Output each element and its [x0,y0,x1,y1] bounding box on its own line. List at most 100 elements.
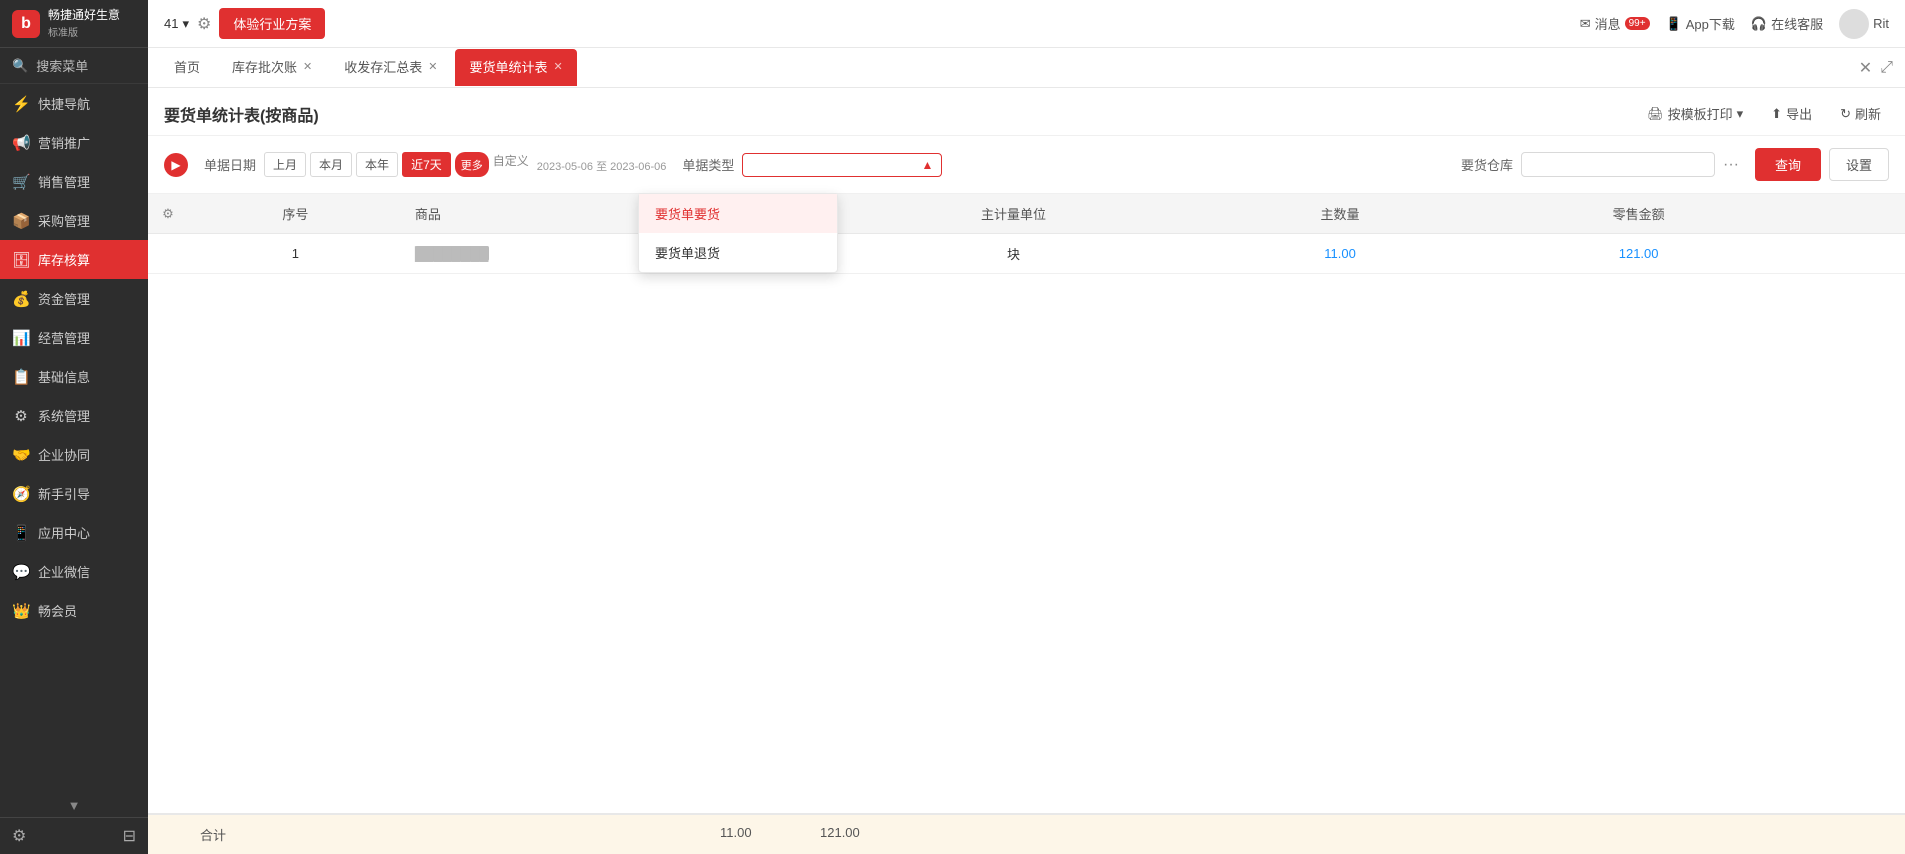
tab-maximize-icon[interactable]: ⤢ [1880,59,1893,77]
more-dates-btn[interactable]: 更多 [455,152,489,177]
sidebar-item-app[interactable]: 📱 应用中心 [0,513,148,552]
filter-expand-btn[interactable]: ▶ [164,153,188,177]
page-title: 要货单统计表(按商品) [164,102,319,126]
logo-text: 畅捷通好生意 标准版 [48,8,120,39]
message-btn[interactable]: ✉ 消息 99+ [1580,14,1650,33]
inventory-icon: 🗄 [12,251,30,269]
footer-label: 合计 [160,825,340,844]
sidebar-item-sales[interactable]: 🛒 销售管理 [0,162,148,201]
this-month-btn[interactable]: 本月 [310,152,352,177]
search-icon: 🔍 [12,58,28,74]
wechat-icon: 💬 [12,563,30,581]
col-settings[interactable]: ⚙ [148,194,188,234]
refresh-btn[interactable]: ↻ 刷新 [1832,100,1889,127]
cell-quantity: 11.00 [1205,234,1476,274]
app-download-btn[interactable]: 📱 App下载 [1666,14,1735,33]
sidebar-item-operations[interactable]: 📊 经营管理 [0,318,148,357]
refresh-icon: ↻ [1840,106,1851,122]
tab-close-active-icon[interactable]: ✕ [554,60,563,73]
sidebar-item-enterprise[interactable]: 🤝 企业协同 [0,435,148,474]
sidebar-item-inventory[interactable]: 🗄 库存核算 [0,240,148,279]
quantity-link[interactable]: 11.00 [1324,246,1356,261]
cell-seq: 1 [188,234,403,274]
operations-icon: 📊 [12,329,30,347]
sidebar-item-guide[interactable]: 🧭 新手引导 [0,474,148,513]
footer-amount: 121.00 [820,825,920,844]
tab-close-icon[interactable]: ✕ [303,60,312,73]
settings-icon[interactable]: ⚙ [197,14,211,34]
tab-bar-right: ✕ ⤢ [1859,58,1893,78]
sidebar-item-label: 采购管理 [38,211,90,230]
industry-btn[interactable]: 体验行业方案 [219,8,325,39]
print-icon: 🖨 [1647,106,1664,122]
message-icon: ✉ [1580,16,1591,32]
user-name: Rit [1873,16,1889,31]
collapse-icon[interactable]: ⊟ [123,826,136,846]
content-area: 要货单统计表(按商品) 🖨 按模板打印 ▾ ⬆ 导出 ↻ 刷新 [148,88,1905,854]
print-template-btn[interactable]: 🖨 按模板打印 ▾ [1639,100,1751,127]
dropdown-item-demand-return[interactable]: 要货单退货 [639,233,837,272]
user-avatar[interactable]: Rit [1839,9,1889,39]
warehouse-input[interactable] [1521,152,1715,177]
sidebar-item-marketing[interactable]: 📢 营销推广 [0,123,148,162]
main-area: 41 ▾ ⚙ 体验行业方案 ✉ 消息 99+ 📱 App下载 🎧 在线客服 R [148,0,1905,854]
query-btn[interactable]: 查询 [1755,148,1821,181]
base-icon: 📋 [12,368,30,386]
export-btn[interactable]: ⬆ 导出 [1763,100,1820,127]
sidebar-item-quick-nav[interactable]: ⚡ 快捷导航 [0,84,148,123]
date-buttons: 上月 本月 本年 近7天 更多 自定义 [264,152,529,177]
member-icon: 👑 [12,602,30,620]
date-filter-group: 单据日期 上月 本月 本年 近7天 更多 自定义 2023-05-06 至 20… [204,152,666,177]
tab-receive-summary[interactable]: 收发存汇总表 ✕ [330,49,451,86]
sidebar-scroll-down[interactable]: ▼ [0,794,148,817]
sidebar-nav: ⚡ 快捷导航 📢 营销推广 🛒 销售管理 📦 采购管理 🗄 库存核算 💰 资金管… [0,84,148,794]
sidebar: b 畅捷通好生意 标准版 🔍 搜索菜单 ⚡ 快捷导航 📢 营销推广 🛒 销售管理… [0,0,148,854]
sidebar-item-label: 基础信息 [38,367,90,386]
sidebar-item-member[interactable]: 👑 畅会员 [0,591,148,630]
amount-link[interactable]: 121.00 [1619,246,1659,261]
enterprise-icon: 🤝 [12,446,30,464]
sidebar-item-system[interactable]: ⚙ 系统管理 [0,396,148,435]
company-selector[interactable]: 41 ▾ [164,16,189,32]
last-month-btn[interactable]: 上月 [264,152,306,177]
topbar-left: 41 ▾ ⚙ 体验行业方案 [164,8,1580,39]
sidebar-item-label: 快捷导航 [38,94,90,113]
guide-icon: 🧭 [12,485,30,503]
filter-bar: ▶ 单据日期 上月 本月 本年 近7天 更多 自定义 2023-05-06 至 … [148,136,1905,194]
cell-extra [1802,234,1905,274]
filter-action-btns: 查询 设置 [1755,148,1889,181]
system-icon: ⚙ [12,407,30,425]
tab-demand-stat[interactable]: 要货单统计表 ✕ [455,49,576,86]
filter-more-btn[interactable]: ··· [1723,156,1739,174]
online-service-btn[interactable]: 🎧 在线客服 [1751,14,1823,33]
last-7days-btn[interactable]: 近7天 [402,152,451,177]
tab-home[interactable]: 首页 [160,49,214,86]
this-year-btn[interactable]: 本年 [356,152,398,177]
tab-close-icon[interactable]: ✕ [428,60,437,73]
sidebar-search[interactable]: 🔍 搜索菜单 [0,48,148,84]
sidebar-item-label: 资金管理 [38,289,90,308]
type-select-arrow-icon: ▲ [922,158,934,172]
footer-spacer-product [340,825,630,844]
warehouse-label: 要货仓库 [1461,155,1513,174]
sidebar-item-purchase[interactable]: 📦 采购管理 [0,201,148,240]
footer-spacer-unit [630,825,720,844]
tab-label: 库存批次账 [232,57,297,76]
sidebar-item-label: 库存核算 [38,250,90,269]
settings-gear-icon[interactable]: ⚙ [12,826,26,846]
topbar: 41 ▾ ⚙ 体验行业方案 ✉ 消息 99+ 📱 App下载 🎧 在线客服 R [148,0,1905,48]
sidebar-item-base[interactable]: 📋 基础信息 [0,357,148,396]
setting-btn[interactable]: 设置 [1829,148,1889,181]
sidebar-item-wechat[interactable]: 💬 企业微信 [0,552,148,591]
sidebar-item-finance[interactable]: 💰 资金管理 [0,279,148,318]
sidebar-logo: b 畅捷通好生意 标准版 [0,0,148,48]
custom-date-btn[interactable]: 自定义 [493,152,529,177]
data-table: ⚙ 序号 商品 主计量单位 主数量 零售金额 1 [148,194,1905,274]
dropdown-item-demand-order[interactable]: 要货单要货 [639,194,837,233]
product-blur: ████████ [415,246,489,261]
tab-inventory-batch[interactable]: 库存批次账 ✕ [218,49,326,86]
tab-label: 要货单统计表 [469,57,547,76]
type-select[interactable]: ▲ [742,153,942,177]
table-container: ⚙ 序号 商品 主计量单位 主数量 零售金额 1 [148,194,1905,813]
tab-close-all-icon[interactable]: ✕ [1859,58,1872,78]
